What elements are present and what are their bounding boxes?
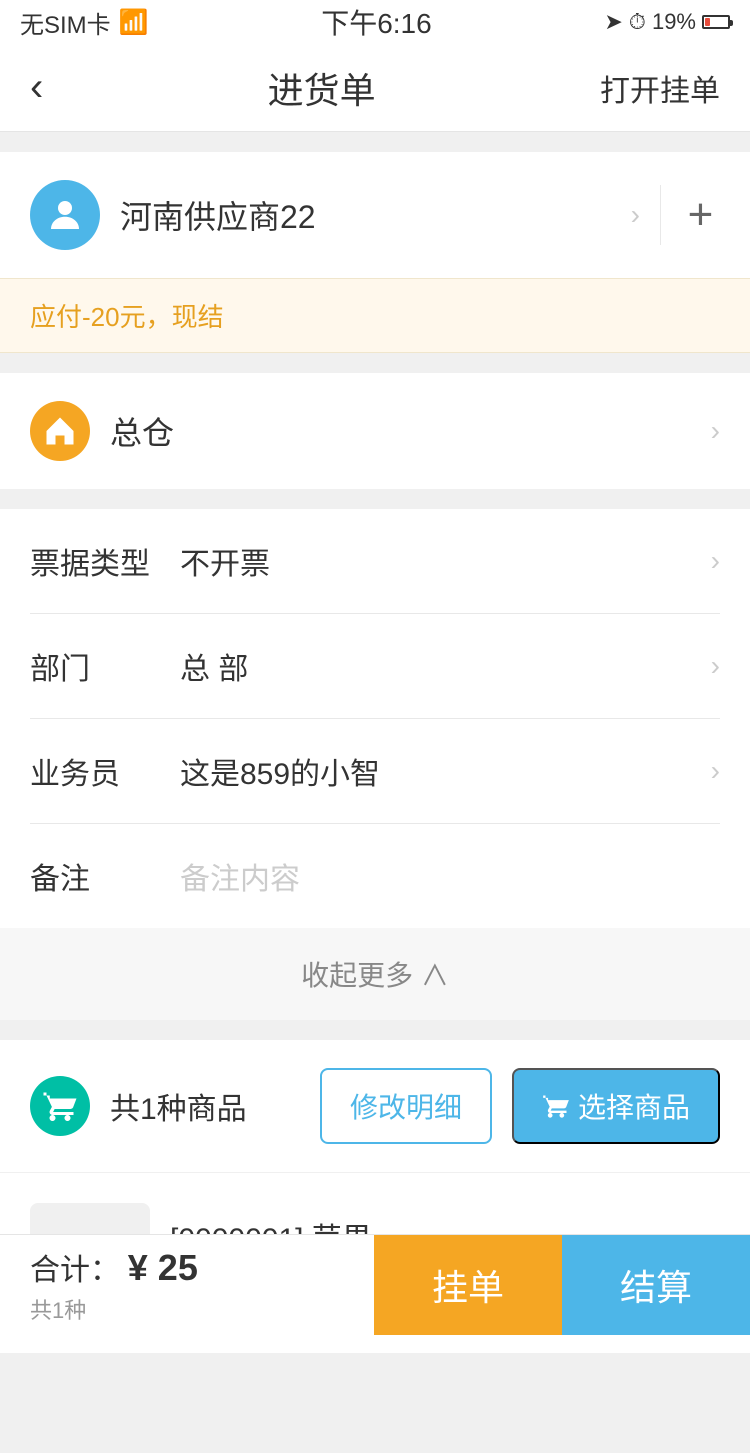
- bottom-bar: 合计： ¥ 25 共1种 挂单 结算: [0, 1234, 750, 1334]
- warehouse-row[interactable]: 总仓 ›: [0, 373, 750, 489]
- hang-label: 挂单: [432, 1259, 504, 1311]
- status-left: 无SIM卡 📶: [20, 5, 149, 40]
- status-right: ➤ ⏱ 19%: [604, 9, 730, 35]
- cart-icon: [42, 1088, 78, 1124]
- supplier-row[interactable]: 河南供应商22 › +: [0, 152, 750, 278]
- add-supplier-button[interactable]: +: [660, 185, 720, 245]
- supplier-notice: 应付-20元，现结: [0, 278, 750, 353]
- dept-chevron-icon: ›: [711, 650, 720, 682]
- select-product-icon: [542, 1092, 570, 1120]
- divider-4: [0, 1020, 750, 1040]
- carrier-label: 无SIM卡: [20, 5, 111, 40]
- salesman-value: 这是859的小智: [170, 749, 701, 793]
- divider-1: [0, 132, 750, 152]
- dept-value: 总 部: [170, 644, 701, 688]
- salesman-label: 业务员: [30, 749, 170, 793]
- bottom-spacer: [0, 1353, 750, 1453]
- location-icon: ➤: [604, 9, 622, 35]
- total-row: 合计： ¥ 25: [30, 1245, 344, 1289]
- salesman-row[interactable]: 业务员 这是859的小智 ›: [0, 719, 750, 823]
- battery-icon: [702, 15, 730, 29]
- dept-row[interactable]: 部门 总 部 ›: [0, 614, 750, 718]
- invoice-value: 不开票: [170, 539, 701, 583]
- battery-fill: [705, 18, 710, 26]
- dept-label: 部门: [30, 644, 170, 688]
- total-amount: ¥ 25: [128, 1247, 198, 1288]
- total-count: 共1种: [30, 1293, 344, 1325]
- edit-detail-button[interactable]: 修改明细: [320, 1068, 492, 1144]
- products-icon: [30, 1076, 90, 1136]
- warehouse-section: 总仓 ›: [0, 373, 750, 489]
- total-label: 合计：: [30, 1254, 120, 1287]
- products-header: 共1种商品 修改明细 选择商品: [0, 1040, 750, 1172]
- wifi-icon: 📶: [119, 8, 149, 37]
- remark-label: 备注: [30, 854, 170, 898]
- select-product-label: 选择商品: [578, 1086, 690, 1126]
- alarm-icon: ⏱: [629, 9, 646, 35]
- supplier-section: 河南供应商22 › + 应付-20元，现结: [0, 152, 750, 353]
- select-product-button[interactable]: 选择商品: [512, 1068, 720, 1144]
- products-count: 共1种商品: [110, 1084, 300, 1128]
- battery-percent: 19%: [652, 9, 696, 35]
- status-time: 下午6:16: [321, 2, 432, 42]
- total-section: 合计： ¥ 25 共1种: [0, 1245, 374, 1325]
- remark-row[interactable]: 备注 备注内容: [0, 824, 750, 928]
- invoice-label: 票据类型: [30, 539, 170, 583]
- warehouse-name: 总仓: [110, 408, 701, 454]
- page-title: 进货单: [268, 62, 376, 114]
- warehouse-icon: [30, 401, 90, 461]
- supplier-chevron-icon: ›: [631, 199, 640, 231]
- remark-input[interactable]: 备注内容: [170, 854, 720, 898]
- divider-2: [0, 353, 750, 373]
- hang-order-button[interactable]: 挂单: [374, 1235, 562, 1335]
- checkout-label: 结算: [620, 1259, 692, 1311]
- supplier-name: 河南供应商22: [120, 192, 621, 238]
- divider-3: [0, 489, 750, 509]
- home-icon: [42, 413, 78, 449]
- collapse-label: 收起更多 ∧: [301, 954, 449, 994]
- nav-bar: ‹ 进货单 打开挂单: [0, 44, 750, 132]
- warehouse-chevron-icon: ›: [711, 415, 720, 447]
- back-button[interactable]: ‹: [30, 65, 43, 110]
- salesman-chevron-icon: ›: [711, 755, 720, 787]
- open-pending-button[interactable]: 打开挂单: [600, 66, 720, 110]
- checkout-button[interactable]: 结算: [562, 1235, 750, 1335]
- form-section: 票据类型 不开票 › 部门 总 部 › 业务员 这是859的小智 › 备注 备注…: [0, 509, 750, 928]
- collapse-button[interactable]: 收起更多 ∧: [0, 928, 750, 1020]
- invoice-chevron-icon: ›: [711, 545, 720, 577]
- status-bar: 无SIM卡 📶 下午6:16 ➤ ⏱ 19%: [0, 0, 750, 44]
- person-icon: [44, 194, 86, 236]
- invoice-type-row[interactable]: 票据类型 不开票 ›: [0, 509, 750, 613]
- supplier-avatar: [30, 180, 100, 250]
